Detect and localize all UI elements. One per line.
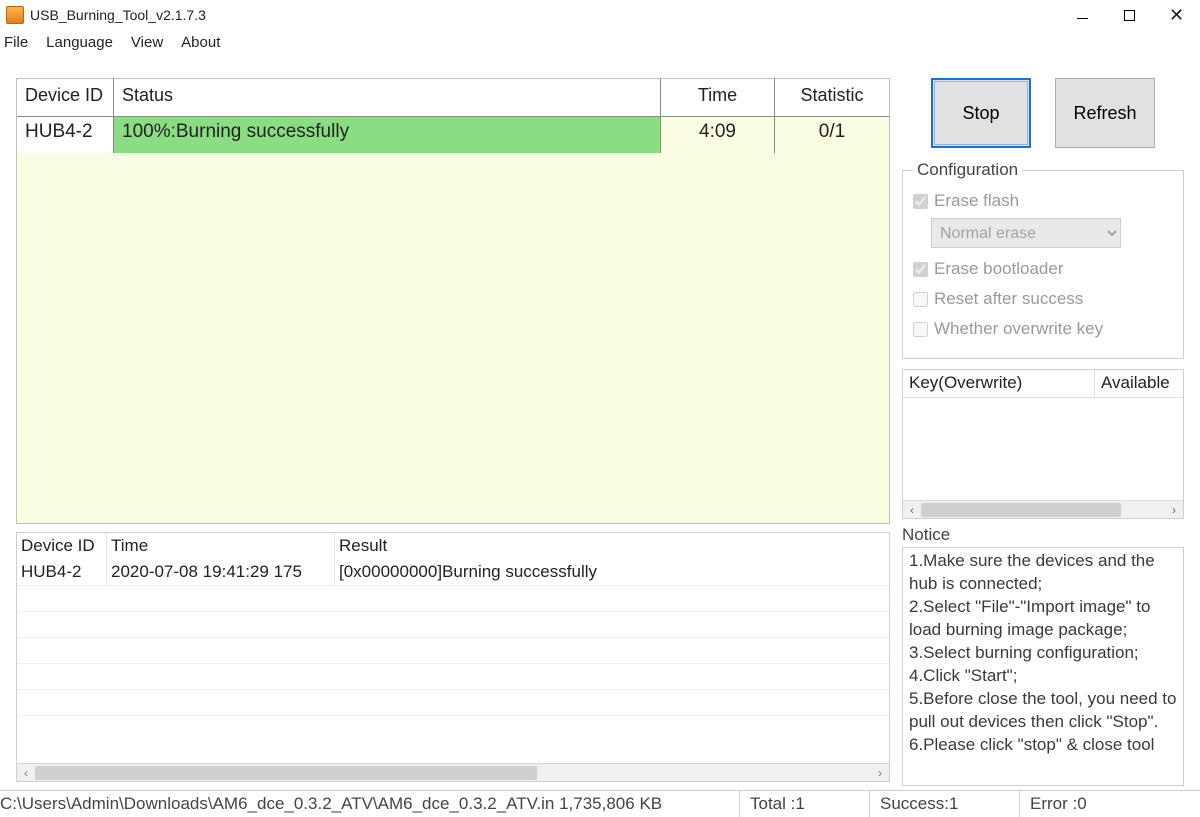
key-horizontal-scrollbar[interactable]: ‹ ›: [903, 500, 1183, 518]
notice-panel: 1.Make sure the devices and the hub is c…: [902, 547, 1184, 786]
scroll-right-icon[interactable]: ›: [871, 766, 889, 780]
log-cell-result: [0x00000000]Burning successfully: [335, 559, 889, 585]
scroll-right-icon[interactable]: ›: [1165, 503, 1183, 517]
window-title: USB_Burning_Tool_v2.1.7.3: [30, 7, 206, 23]
option-overwrite-key[interactable]: Whether overwrite key: [913, 314, 1173, 344]
notice-line: 3.Select burning configuration;: [909, 642, 1177, 665]
log-horizontal-scrollbar[interactable]: ‹ ›: [17, 763, 889, 781]
column-header-device[interactable]: Device ID: [17, 79, 114, 116]
cell-device: HUB4-2: [17, 117, 114, 153]
maximize-button[interactable]: [1106, 0, 1153, 30]
checkbox-overwrite-key[interactable]: [913, 322, 928, 337]
cell-status: 100%:Burning successfully: [114, 117, 661, 153]
menu-file[interactable]: File: [4, 34, 28, 51]
checkbox-erase-bootloader[interactable]: [913, 262, 928, 277]
scroll-left-icon[interactable]: ‹: [17, 766, 35, 780]
notice-line: 5.Before close the tool, you need to pul…: [909, 688, 1177, 734]
notice-line: 6.Please click "stop" & close tool: [909, 734, 1177, 757]
log-header-result[interactable]: Result: [335, 533, 889, 559]
refresh-button[interactable]: Refresh: [1055, 78, 1155, 148]
checkbox-reset-after[interactable]: [913, 292, 928, 307]
option-reset-after-success[interactable]: Reset after success: [913, 284, 1173, 314]
notice-line: 2.Select "File"-"Import image" to load b…: [909, 596, 1177, 642]
column-header-status[interactable]: Status: [114, 79, 661, 116]
title-bar: USB_Burning_Tool_v2.1.7.3 ✕: [0, 0, 1200, 30]
checkbox-erase-flash[interactable]: [913, 194, 928, 209]
log-panel: Device ID Time Result HUB4-2 2020-07-08 …: [16, 532, 890, 782]
select-erase-mode[interactable]: Normal erase: [931, 218, 1121, 248]
option-erase-flash[interactable]: Erase flash: [913, 186, 1173, 216]
column-header-statistic[interactable]: Statistic: [775, 79, 889, 116]
option-erase-bootloader[interactable]: Erase bootloader: [913, 254, 1173, 284]
key-table: Key(Overwrite) Available ‹ ›: [902, 369, 1184, 519]
scroll-left-icon[interactable]: ‹: [903, 503, 921, 517]
menu-view[interactable]: View: [131, 34, 163, 51]
menu-bar: File Language View About: [0, 30, 1200, 54]
status-success: Success:1: [870, 791, 1020, 817]
notice-line: 1.Make sure the devices and the hub is c…: [909, 550, 1177, 596]
log-cell-time: 2020-07-08 19:41:29 175: [107, 559, 335, 585]
status-error: Error :0: [1020, 791, 1200, 817]
minimize-button[interactable]: [1059, 0, 1106, 30]
status-path: C:\Users\Admin\Downloads\AM6_dce_0.3.2_A…: [0, 791, 740, 817]
notice-label: Notice: [902, 525, 1184, 545]
log-header-time[interactable]: Time: [107, 533, 335, 559]
log-header-device[interactable]: Device ID: [17, 533, 107, 559]
burning-status-panel: Device ID Status Time Statistic HUB4-2 1…: [16, 78, 890, 524]
status-bar: C:\Users\Admin\Downloads\AM6_dce_0.3.2_A…: [0, 790, 1200, 817]
notice-line: 4.Click "Start";: [909, 665, 1177, 688]
stop-button[interactable]: Stop: [931, 78, 1031, 148]
log-row[interactable]: HUB4-2 2020-07-08 19:41:29 175 [0x000000…: [17, 559, 889, 585]
configuration-group: Configuration Erase flash Normal erase E…: [902, 160, 1184, 359]
key-header-key[interactable]: Key(Overwrite): [903, 370, 1095, 397]
close-button[interactable]: ✕: [1153, 0, 1200, 30]
log-cell-device: HUB4-2: [17, 559, 107, 585]
cell-statistic: 0/1: [775, 117, 889, 153]
key-header-available[interactable]: Available: [1095, 370, 1183, 397]
column-header-time[interactable]: Time: [661, 79, 775, 116]
app-icon: [6, 6, 24, 24]
status-total: Total :1: [740, 791, 870, 817]
configuration-legend: Configuration: [913, 160, 1022, 180]
cell-time: 4:09: [661, 117, 775, 153]
menu-about[interactable]: About: [181, 34, 220, 51]
burning-row[interactable]: HUB4-2 100%:Burning successfully 4:09 0/…: [17, 117, 889, 153]
menu-language[interactable]: Language: [46, 34, 113, 51]
